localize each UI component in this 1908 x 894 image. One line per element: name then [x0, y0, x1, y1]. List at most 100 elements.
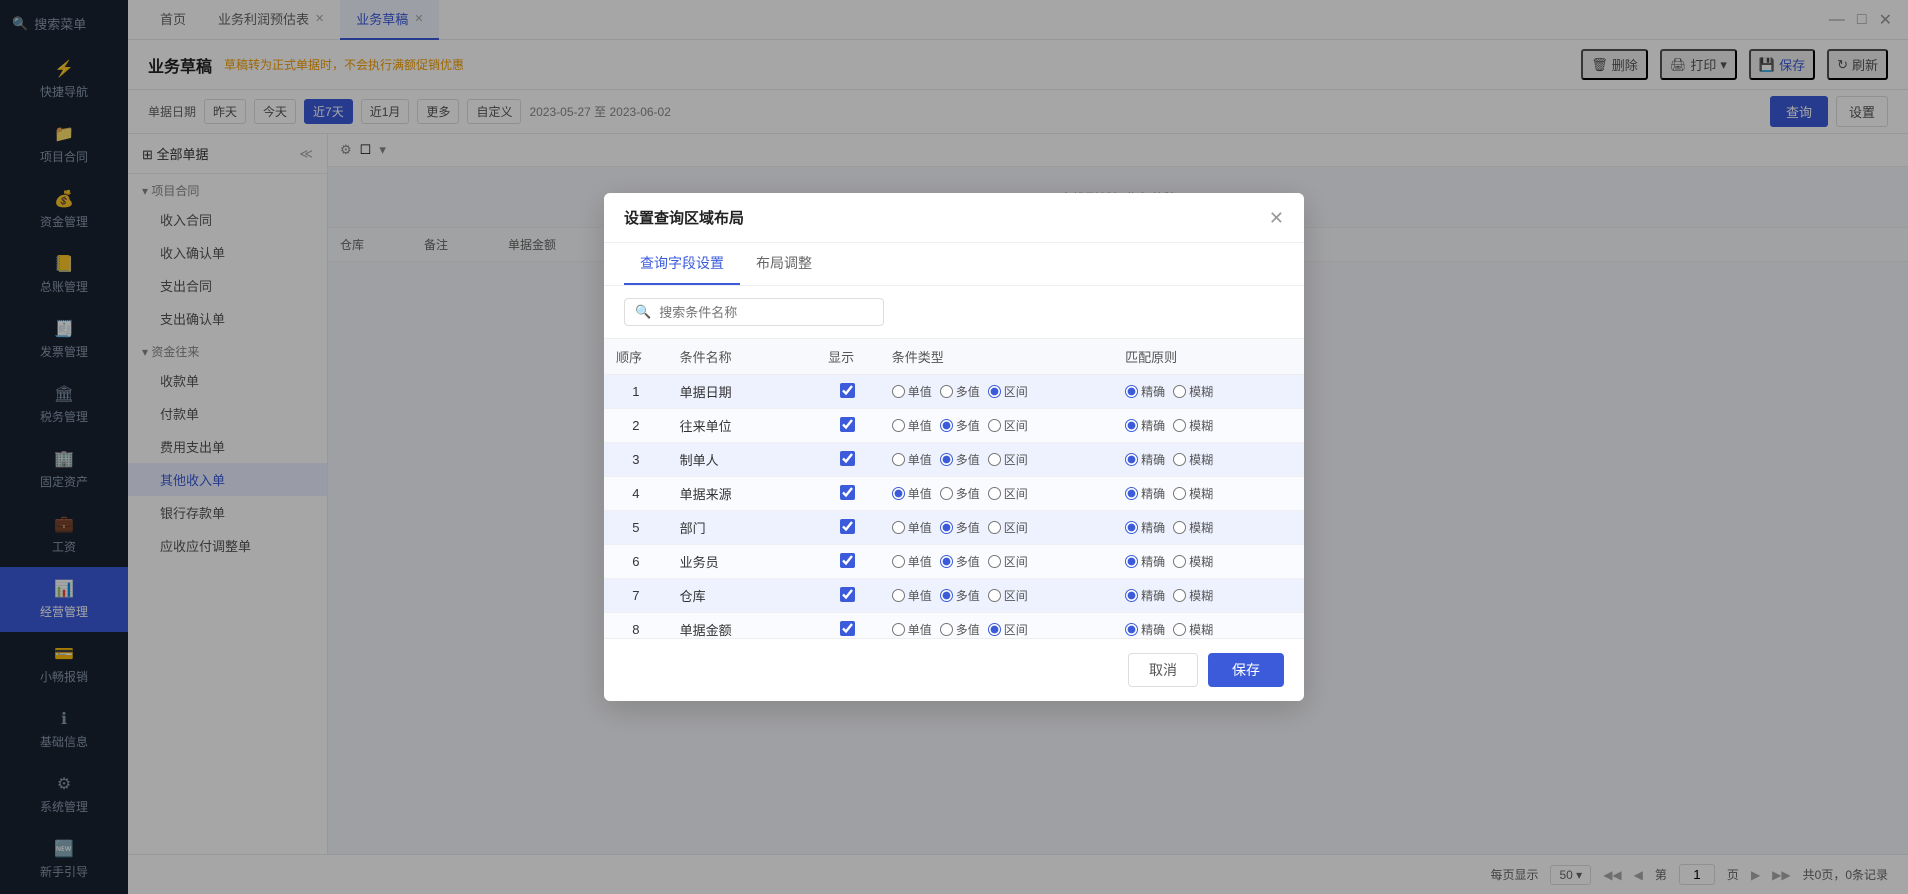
radio-exact[interactable]: 精确	[1125, 383, 1165, 400]
radio-multi[interactable]: 多值	[940, 587, 980, 604]
radio-exact[interactable]: 精确	[1125, 587, 1165, 604]
table-row: 5部门 单值 多值 区间 精确 模糊	[604, 511, 1304, 545]
radio-range[interactable]: 区间	[988, 383, 1028, 400]
radio-single[interactable]: 单值	[892, 451, 932, 468]
modal-search-area: 🔍	[604, 286, 1304, 338]
radio-multi[interactable]: 多值	[940, 519, 980, 536]
table-row: 3制单人 单值 多值 区间 精确 模糊	[604, 443, 1304, 477]
radio-range[interactable]: 区间	[988, 417, 1028, 434]
radio-fuzzy[interactable]: 模糊	[1173, 621, 1213, 638]
tab-field-settings-label: 查询字段设置	[640, 255, 724, 271]
radio-single[interactable]: 单值	[892, 621, 932, 638]
cell-type[interactable]: 单值 多值 区间	[880, 579, 1113, 613]
cancel-button[interactable]: 取消	[1128, 653, 1198, 687]
cell-match[interactable]: 精确 模糊	[1113, 477, 1304, 511]
modal: 设置查询区域布局 ✕ 查询字段设置 布局调整 🔍 顺序	[604, 193, 1304, 701]
th-show: 显示	[816, 339, 880, 375]
table-row: 1单据日期 单值 多值 区间 精确 模糊	[604, 375, 1304, 409]
cell-match[interactable]: 精确 模糊	[1113, 613, 1304, 639]
table-row: 8单据金额 单值 多值 区间 精确 模糊	[604, 613, 1304, 639]
cell-show[interactable]	[816, 511, 880, 545]
cell-match[interactable]: 精确 模糊	[1113, 511, 1304, 545]
radio-exact[interactable]: 精确	[1125, 417, 1165, 434]
th-seq: 顺序	[604, 339, 668, 375]
radio-single[interactable]: 单值	[892, 485, 932, 502]
cell-name: 单据来源	[668, 477, 816, 511]
cell-match[interactable]: 精确 模糊	[1113, 375, 1304, 409]
cell-show[interactable]	[816, 375, 880, 409]
show-checkbox[interactable]	[840, 621, 855, 636]
radio-exact[interactable]: 精确	[1125, 621, 1165, 638]
radio-range[interactable]: 区间	[988, 451, 1028, 468]
radio-fuzzy[interactable]: 模糊	[1173, 553, 1213, 570]
conditions-table: 顺序 条件名称 显示 条件类型 匹配原则 1单据日期 单值 多值 区间	[604, 338, 1304, 638]
radio-exact[interactable]: 精确	[1125, 485, 1165, 502]
radio-range[interactable]: 区间	[988, 587, 1028, 604]
radio-fuzzy[interactable]: 模糊	[1173, 417, 1213, 434]
radio-multi[interactable]: 多值	[940, 621, 980, 638]
radio-single[interactable]: 单值	[892, 383, 932, 400]
cell-match[interactable]: 精确 模糊	[1113, 443, 1304, 477]
radio-range[interactable]: 区间	[988, 553, 1028, 570]
cell-show[interactable]	[816, 613, 880, 639]
cell-type[interactable]: 单值 多值 区间	[880, 477, 1113, 511]
table-row: 6业务员 单值 多值 区间 精确 模糊	[604, 545, 1304, 579]
radio-single[interactable]: 单值	[892, 587, 932, 604]
cell-show[interactable]	[816, 409, 880, 443]
th-match: 匹配原则	[1113, 339, 1304, 375]
radio-fuzzy[interactable]: 模糊	[1173, 451, 1213, 468]
cell-match[interactable]: 精确 模糊	[1113, 545, 1304, 579]
show-checkbox[interactable]	[840, 451, 855, 466]
cell-type[interactable]: 单值 多值 区间	[880, 409, 1113, 443]
cell-seq: 4	[604, 477, 668, 511]
cell-seq: 3	[604, 443, 668, 477]
radio-exact[interactable]: 精确	[1125, 519, 1165, 536]
cell-show[interactable]	[816, 443, 880, 477]
cell-type[interactable]: 单值 多值 区间	[880, 375, 1113, 409]
radio-range[interactable]: 区间	[988, 621, 1028, 638]
show-checkbox[interactable]	[840, 417, 855, 432]
radio-exact[interactable]: 精确	[1125, 451, 1165, 468]
cell-type[interactable]: 单值 多值 区间	[880, 443, 1113, 477]
radio-single[interactable]: 单值	[892, 519, 932, 536]
table-row: 2往来单位 单值 多值 区间 精确 模糊	[604, 409, 1304, 443]
tab-layout-adjust[interactable]: 布局调整	[740, 243, 828, 285]
modal-save-button[interactable]: 保存	[1208, 653, 1284, 687]
radio-single[interactable]: 单值	[892, 417, 932, 434]
cell-name: 往来单位	[668, 409, 816, 443]
radio-fuzzy[interactable]: 模糊	[1173, 519, 1213, 536]
show-checkbox[interactable]	[840, 553, 855, 568]
show-checkbox[interactable]	[840, 587, 855, 602]
radio-multi[interactable]: 多值	[940, 485, 980, 502]
cell-type[interactable]: 单值 多值 区间	[880, 511, 1113, 545]
show-checkbox[interactable]	[840, 519, 855, 534]
conditions-table-scroll: 顺序 条件名称 显示 条件类型 匹配原则 1单据日期 单值 多值 区间	[604, 338, 1304, 638]
radio-exact[interactable]: 精确	[1125, 553, 1165, 570]
cell-match[interactable]: 精确 模糊	[1113, 409, 1304, 443]
cell-type[interactable]: 单值 多值 区间	[880, 545, 1113, 579]
cell-show[interactable]	[816, 579, 880, 613]
show-checkbox[interactable]	[840, 383, 855, 398]
radio-fuzzy[interactable]: 模糊	[1173, 587, 1213, 604]
radio-single[interactable]: 单值	[892, 553, 932, 570]
radio-fuzzy[interactable]: 模糊	[1173, 485, 1213, 502]
cell-type[interactable]: 单值 多值 区间	[880, 613, 1113, 639]
cell-seq: 6	[604, 545, 668, 579]
cell-seq: 2	[604, 409, 668, 443]
cell-match[interactable]: 精确 模糊	[1113, 579, 1304, 613]
cell-name: 单据金额	[668, 613, 816, 639]
cell-show[interactable]	[816, 477, 880, 511]
radio-multi[interactable]: 多值	[940, 417, 980, 434]
show-checkbox[interactable]	[840, 485, 855, 500]
tab-field-settings[interactable]: 查询字段设置	[624, 243, 740, 285]
radio-multi[interactable]: 多值	[940, 383, 980, 400]
cell-show[interactable]	[816, 545, 880, 579]
radio-fuzzy[interactable]: 模糊	[1173, 383, 1213, 400]
radio-range[interactable]: 区间	[988, 485, 1028, 502]
table-row: 7仓库 单值 多值 区间 精确 模糊	[604, 579, 1304, 613]
radio-multi[interactable]: 多值	[940, 553, 980, 570]
radio-range[interactable]: 区间	[988, 519, 1028, 536]
radio-multi[interactable]: 多值	[940, 451, 980, 468]
condition-search-input[interactable]	[659, 305, 873, 320]
modal-close-button[interactable]: ✕	[1269, 209, 1284, 227]
